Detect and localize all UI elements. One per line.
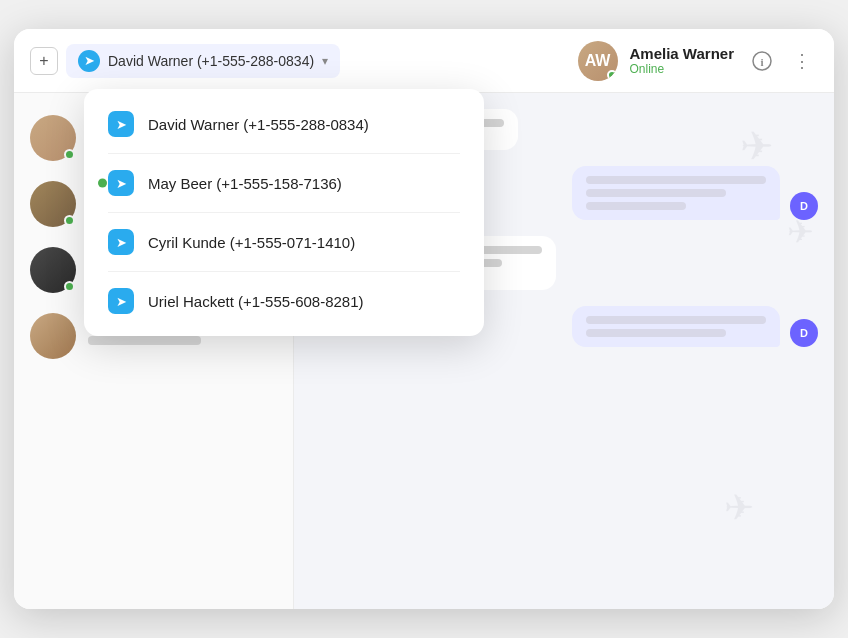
- plus-icon: +: [39, 52, 48, 70]
- online-dot: [64, 281, 75, 292]
- dropdown-item-label: Uriel Hackett (+1-555-608-8281): [148, 293, 364, 310]
- divider: [108, 212, 460, 213]
- avatar: [30, 181, 76, 227]
- app-window: + ➤ David Warner (+1-555-288-0834) ▾ AW …: [14, 29, 834, 609]
- telegram-arrow-icon: ➤: [116, 294, 127, 309]
- divider: [108, 153, 460, 154]
- telegram-arrow-icon: ➤: [116, 235, 127, 250]
- telegram-icon: ➤: [108, 111, 134, 137]
- bg-icon-2: ✈: [787, 213, 814, 251]
- chevron-down-icon: ▾: [322, 54, 328, 68]
- avatar: [30, 247, 76, 293]
- msg-line: [586, 189, 726, 197]
- message-bubble: [572, 166, 780, 220]
- dropdown-item[interactable]: ➤ May Beer (+1-555-158-7136): [84, 156, 484, 210]
- online-dot: [64, 149, 75, 160]
- dropdown-item[interactable]: ➤ Cyril Kunde (+1-555-071-1410): [84, 215, 484, 269]
- telegram-icon: ➤: [108, 229, 134, 255]
- online-dot-indicator: [98, 179, 107, 188]
- online-indicator: [607, 70, 617, 80]
- tab-label: David Warner (+1-555-288-0834): [108, 53, 314, 69]
- telegram-arrow: ➤: [84, 53, 95, 68]
- avatar: [30, 115, 76, 161]
- avatar-image: [30, 313, 76, 359]
- account-dropdown: ➤ David Warner (+1-555-288-0834) ➤ May B…: [84, 89, 484, 336]
- contact-status: Online: [630, 62, 734, 76]
- header-actions: i ⋮: [746, 45, 818, 77]
- svg-text:i: i: [760, 55, 763, 67]
- contact-info: Amelia Warner Online: [630, 45, 734, 76]
- telegram-icon-tab: ➤: [78, 50, 100, 72]
- message-bubble: [572, 306, 780, 347]
- message-sent: D: [572, 166, 818, 220]
- dropdown-item-label: May Beer (+1-555-158-7136): [148, 175, 342, 192]
- bg-icon-3: ✈: [724, 487, 754, 529]
- info-button[interactable]: i: [746, 45, 778, 77]
- header-right: AW Amelia Warner Online i ⋮: [578, 41, 818, 81]
- telegram-icon: ➤: [108, 288, 134, 314]
- bg-icon-1: ✈: [740, 123, 774, 169]
- contact-name: Amelia Warner: [630, 45, 734, 62]
- sent-avatar: D: [790, 319, 818, 347]
- msg-line: [586, 316, 766, 324]
- dropdown-item[interactable]: ➤ Uriel Hackett (+1-555-608-8281): [84, 274, 484, 328]
- msg-line: [586, 176, 766, 184]
- msg-line: [586, 329, 726, 337]
- preview-bar: [88, 336, 201, 345]
- msg-line: [586, 202, 686, 210]
- online-dot: [64, 215, 75, 226]
- header-left: + ➤ David Warner (+1-555-288-0834) ▾: [30, 44, 566, 78]
- more-button[interactable]: ⋮: [786, 45, 818, 77]
- header: + ➤ David Warner (+1-555-288-0834) ▾ AW …: [14, 29, 834, 93]
- dropdown-item[interactable]: ➤ David Warner (+1-555-288-0834): [84, 97, 484, 151]
- avatar: [30, 313, 76, 359]
- telegram-arrow-icon: ➤: [116, 176, 127, 191]
- add-tab-button[interactable]: +: [30, 47, 58, 75]
- dropdown-item-label: Cyril Kunde (+1-555-071-1410): [148, 234, 355, 251]
- message-sent: D: [572, 306, 818, 347]
- contact-avatar: AW: [578, 41, 618, 81]
- active-tab[interactable]: ➤ David Warner (+1-555-288-0834) ▾: [66, 44, 340, 78]
- telegram-icon: ➤: [108, 170, 134, 196]
- divider: [108, 271, 460, 272]
- dropdown-item-label: David Warner (+1-555-288-0834): [148, 116, 369, 133]
- telegram-arrow-icon: ➤: [116, 117, 127, 132]
- more-icon: ⋮: [793, 50, 811, 72]
